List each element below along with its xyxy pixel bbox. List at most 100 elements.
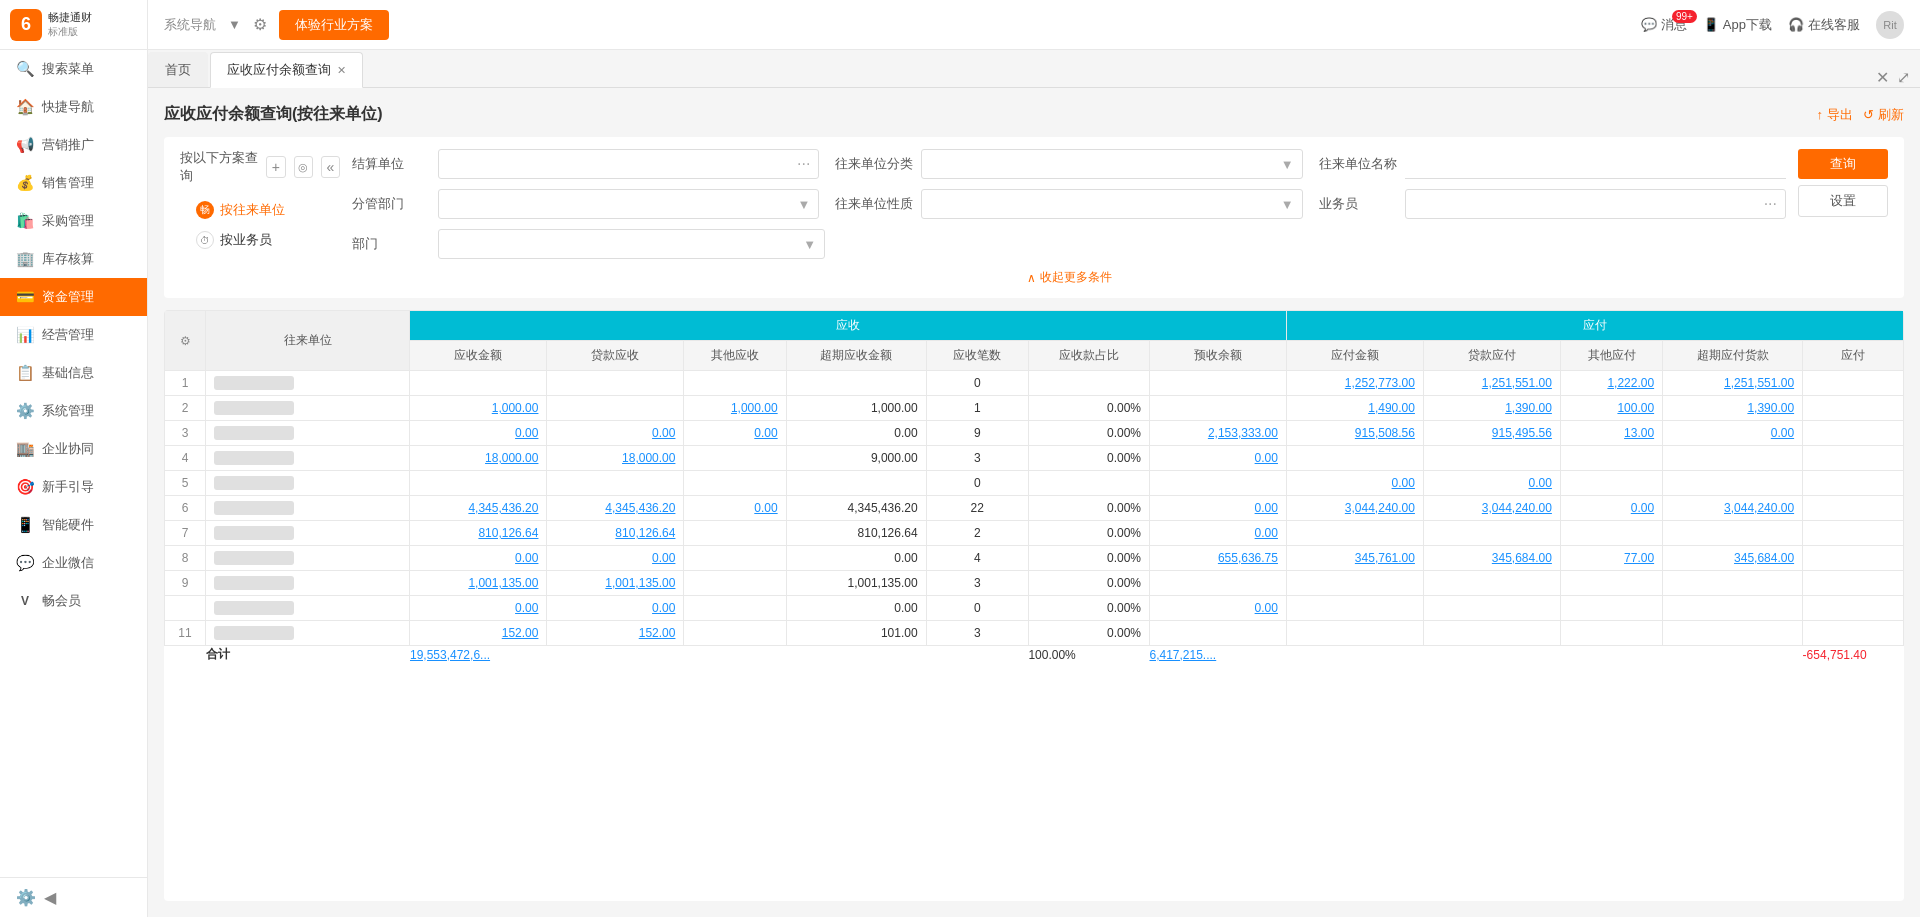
unit-name-input[interactable] [1405, 149, 1786, 179]
export-button[interactable]: ↑ 导出 [1817, 106, 1854, 124]
sidebar-item-sys-mgmt[interactable]: ⚙️ 系统管理 [0, 392, 147, 430]
messages-btn[interactable]: 💬 消息 99+ [1641, 16, 1687, 34]
sidebar-item-enterprise[interactable]: 🏬 企业协同 [0, 430, 147, 468]
table-cell[interactable]: 1,490.00 [1286, 396, 1423, 421]
table-cell[interactable]: 0.00 [1663, 421, 1803, 446]
online-service-btn[interactable]: 🎧 在线客服 [1788, 16, 1860, 34]
settlement-unit-input[interactable]: ··· [438, 149, 819, 179]
table-cell[interactable]: 0.00 [684, 421, 786, 446]
table-cell[interactable]: 1,001,135.00 [410, 571, 547, 596]
table-cell[interactable]: 1,251,551.00 [1423, 371, 1560, 396]
table-cell[interactable]: 0.00 [410, 596, 547, 621]
table-cell[interactable]: 0.00 [1286, 471, 1423, 496]
table-cell[interactable]: 152.00 [410, 621, 547, 646]
table-cell[interactable]: 100.00 [1560, 396, 1662, 421]
tab-close-icon[interactable]: ✕ [337, 64, 346, 77]
table-cell[interactable]: 4,345,436.20 [410, 496, 547, 521]
table-cell[interactable]: 3,044,240.00 [1286, 496, 1423, 521]
unit-nature-select[interactable]: ▼ [921, 189, 1302, 219]
table-cell[interactable]: 0.00 [684, 496, 786, 521]
table-cell[interactable]: 4,345,436.20 [547, 496, 684, 521]
setting-button[interactable]: 设置 [1798, 185, 1888, 217]
filter-edit-btn[interactable]: ◎ [294, 156, 313, 178]
table-cell[interactable]: 0.00 [1149, 521, 1286, 546]
settlement-unit-dots[interactable]: ··· [797, 155, 810, 173]
table-cell[interactable]: 2,153,333.00 [1149, 421, 1286, 446]
table-cell[interactable]: 345,684.00 [1423, 546, 1560, 571]
table-cell[interactable]: 3,044,240.00 [1423, 496, 1560, 521]
collapse-icon[interactable]: ◀ [44, 888, 56, 907]
chevron-down-icon[interactable]: ▼ [228, 17, 241, 32]
salesperson-dots[interactable]: ··· [1764, 195, 1777, 213]
table-cell[interactable]: 655,636.75 [1149, 546, 1286, 571]
sidebar-item-smart-hw[interactable]: 📱 智能硬件 [0, 506, 147, 544]
table-cell[interactable]: 0.00 [1149, 596, 1286, 621]
home-icon: 🏠 [16, 98, 34, 116]
table-cell[interactable]: 0.00 [410, 546, 547, 571]
user-menu[interactable]: Rit [1876, 11, 1904, 39]
table-cell[interactable]: 18,000.00 [410, 446, 547, 471]
sidebar-item-purchase[interactable]: 🛍️ 采购管理 [0, 202, 147, 240]
sidebar-item-funds[interactable]: 💳 资金管理 [0, 278, 147, 316]
table-settings-icon[interactable]: ⚙ [173, 329, 197, 353]
sidebar-item-vip[interactable]: V 畅会员 [0, 582, 147, 620]
collapse-more-btn[interactable]: ∧ 收起更多条件 [352, 269, 1786, 286]
table-cell[interactable]: 0.00 [547, 596, 684, 621]
tab-close-all-icon[interactable]: ✕ [1876, 68, 1889, 87]
sidebar-item-guide[interactable]: 🎯 新手引导 [0, 468, 147, 506]
col-settings[interactable]: ⚙ [165, 311, 206, 371]
table-cell[interactable]: 345,761.00 [1286, 546, 1423, 571]
table-cell[interactable]: 810,126.64 [547, 521, 684, 546]
table-cell[interactable]: 18,000.00 [547, 446, 684, 471]
gear-icon[interactable]: ⚙ [253, 15, 267, 34]
table-cell[interactable]: 1,222.00 [1560, 371, 1662, 396]
table-cell[interactable]: 1,001,135.00 [547, 571, 684, 596]
department-select[interactable]: ▼ [438, 229, 825, 259]
table-cell[interactable]: 1,251,551.00 [1663, 371, 1803, 396]
table-cell[interactable]: 1,390.00 [1663, 396, 1803, 421]
scheme-item-by-staff[interactable]: ⏱ 按业务员 [188, 227, 340, 253]
settings-bottom-icon[interactable]: ⚙️ [16, 888, 36, 907]
salesperson-select[interactable]: ··· [1405, 189, 1786, 219]
table-cell[interactable]: 0.00 [1560, 496, 1662, 521]
tab-home[interactable]: 首页 [148, 52, 208, 87]
table-cell[interactable]: 0.00 [1149, 446, 1286, 471]
table-cell[interactable]: 0.00 [410, 421, 547, 446]
table-cell[interactable]: 0.00 [1149, 496, 1286, 521]
sidebar-item-search-menu[interactable]: 🔍 搜索菜单 [0, 50, 147, 88]
page-actions: ↑ 导出 ↺ 刷新 [1817, 106, 1905, 124]
table-cell[interactable]: 3,044,240.00 [1663, 496, 1803, 521]
refresh-button[interactable]: ↺ 刷新 [1863, 106, 1904, 124]
filter-add-btn[interactable]: + [266, 156, 285, 178]
sidebar-item-marketing[interactable]: 📢 营销推广 [0, 126, 147, 164]
sidebar-item-operations[interactable]: 📊 经营管理 [0, 316, 147, 354]
table-cell[interactable]: 0.00 [547, 421, 684, 446]
query-button[interactable]: 查询 [1798, 149, 1888, 179]
table-cell[interactable]: 345,684.00 [1663, 546, 1803, 571]
table-cell[interactable]: 77.00 [1560, 546, 1662, 571]
trial-btn[interactable]: 体验行业方案 [279, 10, 389, 40]
app-download-btn[interactable]: 📱 App下载 [1703, 16, 1772, 34]
table-cell[interactable]: 1,252,773.00 [1286, 371, 1423, 396]
tab-ar-ap[interactable]: 应收应付余额查询 ✕ [210, 52, 363, 88]
table-cell[interactable]: 810,126.64 [410, 521, 547, 546]
table-cell[interactable]: 13.00 [1560, 421, 1662, 446]
table-cell[interactable]: 915,495.56 [1423, 421, 1560, 446]
table-cell[interactable]: 1,000.00 [410, 396, 547, 421]
sidebar-item-quick-nav[interactable]: 🏠 快捷导航 [0, 88, 147, 126]
unit-category-select[interactable]: ▼ [921, 149, 1302, 179]
sidebar-item-base-info[interactable]: 📋 基础信息 [0, 354, 147, 392]
tab-expand-icon[interactable]: ⤢ [1897, 68, 1910, 87]
scheme-item-by-unit[interactable]: 畅 按往来单位 [188, 197, 340, 223]
table-cell[interactable]: 0.00 [547, 546, 684, 571]
supervise-dept-select[interactable]: ▼ [438, 189, 819, 219]
table-cell[interactable]: 0.00 [1423, 471, 1560, 496]
filter-collapse-btn[interactable]: « [321, 156, 340, 178]
table-cell[interactable]: 152.00 [547, 621, 684, 646]
sidebar-item-sales[interactable]: 💰 销售管理 [0, 164, 147, 202]
table-cell[interactable]: 1,390.00 [1423, 396, 1560, 421]
table-cell[interactable]: 915,508.56 [1286, 421, 1423, 446]
sidebar-item-inventory[interactable]: 🏢 库存核算 [0, 240, 147, 278]
sidebar-item-weixin[interactable]: 💬 企业微信 [0, 544, 147, 582]
table-cell[interactable]: 1,000.00 [684, 396, 786, 421]
